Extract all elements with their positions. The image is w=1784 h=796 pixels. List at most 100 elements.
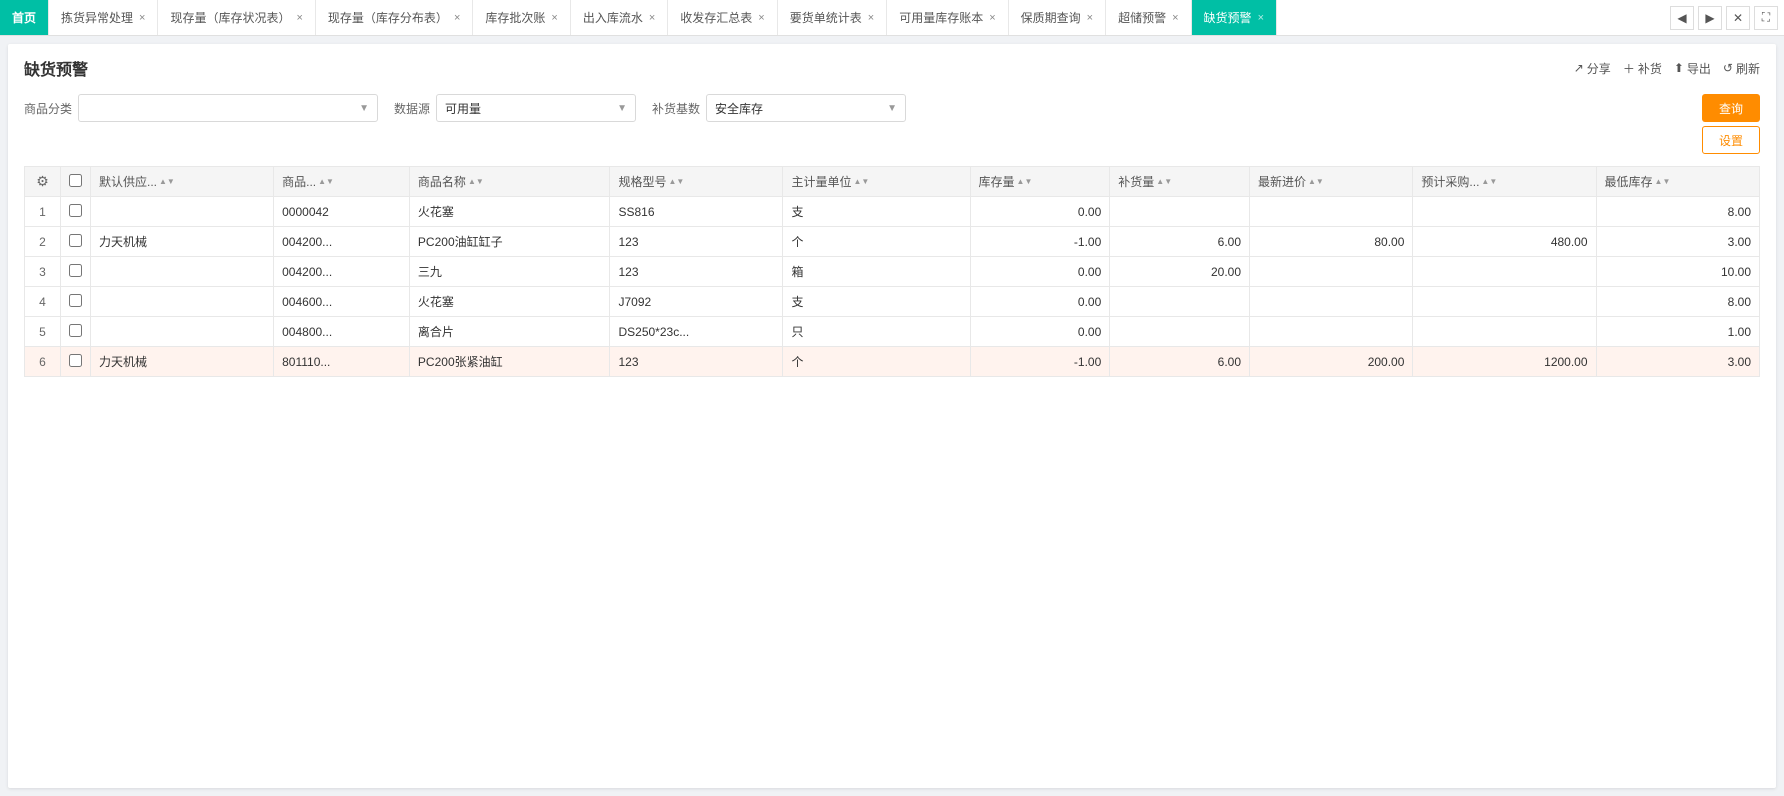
query-button[interactable]: 查询 xyxy=(1702,94,1760,122)
tab-5-label: 出入库流水 xyxy=(583,9,643,26)
tab-8[interactable]: 可用量库存账本 × xyxy=(887,0,1008,35)
datasource-label: 数据源 xyxy=(394,100,430,117)
tab-2[interactable]: 现存量（库存状况表） × xyxy=(158,0,315,35)
row-goods-code: 004800... xyxy=(274,317,410,347)
replenish-sort[interactable]: 补货量 ▲▼ xyxy=(1118,173,1172,190)
goods-name-sort[interactable]: 商品名称 ▲▼ xyxy=(418,173,484,190)
tab-5[interactable]: 出入库流水 × xyxy=(571,0,668,35)
row-checkbox-5[interactable] xyxy=(69,354,82,367)
tab-11-close[interactable]: × xyxy=(1258,12,1264,24)
row-unit: 支 xyxy=(783,197,970,227)
tab-10[interactable]: 超储预警 × xyxy=(1106,0,1191,35)
row-settings-cell: 4 xyxy=(25,287,61,317)
col-goods-code-header: 商品... ▲▼ xyxy=(274,167,410,197)
select-all-checkbox[interactable] xyxy=(69,174,82,187)
row-goods-name: PC200油缸缸子 xyxy=(409,227,610,257)
tab-close-all-btn[interactable]: ✕ xyxy=(1726,6,1750,30)
replenish-base-filter-group: 补货基数 安全库存 ▼ xyxy=(652,94,906,122)
settings-button[interactable]: 设置 xyxy=(1702,126,1760,154)
row-goods-code: 004200... xyxy=(274,227,410,257)
tab-6[interactable]: 收发存汇总表 × xyxy=(668,0,777,35)
tab-9[interactable]: 保质期查询 × xyxy=(1009,0,1106,35)
refresh-action[interactable]: ↺ 刷新 xyxy=(1723,60,1760,77)
col-est-purchase-header: 预计采购... ▲▼ xyxy=(1413,167,1596,197)
tab-next-btn[interactable]: ▶ xyxy=(1698,6,1722,30)
spec-sort[interactable]: 规格型号 ▲▼ xyxy=(618,173,684,190)
header-actions: ↗ 分享 ＋ 补货 ⬆ 导出 ↺ 刷新 xyxy=(1574,60,1760,77)
row-checkbox-2[interactable] xyxy=(69,264,82,277)
share-action[interactable]: ↗ 分享 xyxy=(1574,60,1611,77)
row-goods-code: 0000042 xyxy=(274,197,410,227)
export-icon: ⬆ xyxy=(1674,61,1684,75)
tab-1-close[interactable]: × xyxy=(139,12,145,24)
replenish-base-label: 补货基数 xyxy=(652,100,700,117)
export-label: 导出 xyxy=(1687,60,1711,77)
tab-prev-btn[interactable]: ◀ xyxy=(1670,6,1694,30)
row-min-stock: 3.00 xyxy=(1596,347,1759,377)
row-checkbox-3[interactable] xyxy=(69,294,82,307)
latest-price-sort[interactable]: 最新进价 ▲▼ xyxy=(1258,173,1324,190)
spec-sort-icon: ▲▼ xyxy=(669,178,685,186)
col-check-header xyxy=(61,167,91,197)
settings-gear-icon[interactable]: ⚙ xyxy=(33,173,52,190)
tab-11[interactable]: 缺货预警 × xyxy=(1192,0,1277,35)
datasource-select[interactable]: 可用量 ▼ xyxy=(436,94,636,122)
row-settings-cell: 1 xyxy=(25,197,61,227)
row-supplier xyxy=(91,317,274,347)
tab-6-close[interactable]: × xyxy=(758,12,764,24)
row-est-purchase xyxy=(1413,257,1596,287)
tab-1[interactable]: 拣货异常处理 × xyxy=(49,0,158,35)
supplier-sort[interactable]: 默认供应... ▲▼ xyxy=(99,173,175,190)
tab-8-label: 可用量库存账本 xyxy=(899,9,983,26)
min-stock-sort[interactable]: 最低库存 ▲▼ xyxy=(1605,173,1671,190)
row-settings-cell: 3 xyxy=(25,257,61,287)
col-goods-name-header: 商品名称 ▲▼ xyxy=(409,167,610,197)
col-supplier-header: 默认供应... ▲▼ xyxy=(91,167,274,197)
tab-4-close[interactable]: × xyxy=(551,12,557,24)
tab-3[interactable]: 现存量（库存分布表） × xyxy=(316,0,473,35)
col-spec-header: 规格型号 ▲▼ xyxy=(610,167,783,197)
tab-home-label: 首页 xyxy=(12,9,36,26)
share-icon: ↗ xyxy=(1574,61,1584,75)
tab-5-close[interactable]: × xyxy=(649,12,655,24)
replenish-icon: ＋ xyxy=(1623,60,1635,77)
row-checkbox-1[interactable] xyxy=(69,234,82,247)
replenish-action[interactable]: ＋ 补货 xyxy=(1623,60,1662,77)
tab-fullscreen-btn[interactable]: ⛶ xyxy=(1754,6,1778,30)
goods-code-sort[interactable]: 商品... ▲▼ xyxy=(282,173,334,190)
tab-10-close[interactable]: × xyxy=(1172,12,1178,24)
tab-2-close[interactable]: × xyxy=(296,12,302,24)
goods-code-col-label: 商品... xyxy=(282,173,316,190)
row-stock: 0.00 xyxy=(970,287,1110,317)
data-table: ⚙ 默认供应... ▲▼ 商品... ▲▼ xyxy=(24,166,1760,377)
tab-7-close[interactable]: × xyxy=(868,12,874,24)
row-stock: -1.00 xyxy=(970,347,1110,377)
tab-3-close[interactable]: × xyxy=(454,12,460,24)
replenish-base-arrow-icon: ▼ xyxy=(887,103,897,114)
stock-sort[interactable]: 库存量 ▲▼ xyxy=(979,173,1033,190)
unit-sort[interactable]: 主计量单位 ▲▼ xyxy=(791,173,869,190)
tab-8-close[interactable]: × xyxy=(989,12,995,24)
tab-9-label: 保质期查询 xyxy=(1021,9,1081,26)
tab-4[interactable]: 库存批次账 × xyxy=(473,0,570,35)
replenish-base-select[interactable]: 安全库存 ▼ xyxy=(706,94,906,122)
tab-home[interactable]: 首页 xyxy=(0,0,49,35)
unit-sort-icon: ▲▼ xyxy=(853,178,869,186)
tab-nav-buttons: ◀ ▶ ✕ ⛶ xyxy=(1664,6,1784,30)
row-unit: 箱 xyxy=(783,257,970,287)
export-action[interactable]: ⬆ 导出 xyxy=(1674,60,1711,77)
col-unit-header: 主计量单位 ▲▼ xyxy=(783,167,970,197)
row-est-purchase xyxy=(1413,317,1596,347)
row-checkbox-0[interactable] xyxy=(69,204,82,217)
row-check-cell xyxy=(61,317,91,347)
tab-9-close[interactable]: × xyxy=(1087,12,1093,24)
table-row: 6 力天机械 801110... PC200张紧油缸 123 个 -1.00 6… xyxy=(25,347,1760,377)
goods-name-sort-icon: ▲▼ xyxy=(468,178,484,186)
tab-7[interactable]: 要货单统计表 × xyxy=(778,0,887,35)
row-supplier: 力天机械 xyxy=(91,347,274,377)
row-check-cell xyxy=(61,197,91,227)
category-select[interactable]: ▼ xyxy=(78,94,378,122)
row-checkbox-4[interactable] xyxy=(69,324,82,337)
row-unit: 支 xyxy=(783,287,970,317)
est-purchase-sort[interactable]: 预计采购... ▲▼ xyxy=(1421,173,1497,190)
